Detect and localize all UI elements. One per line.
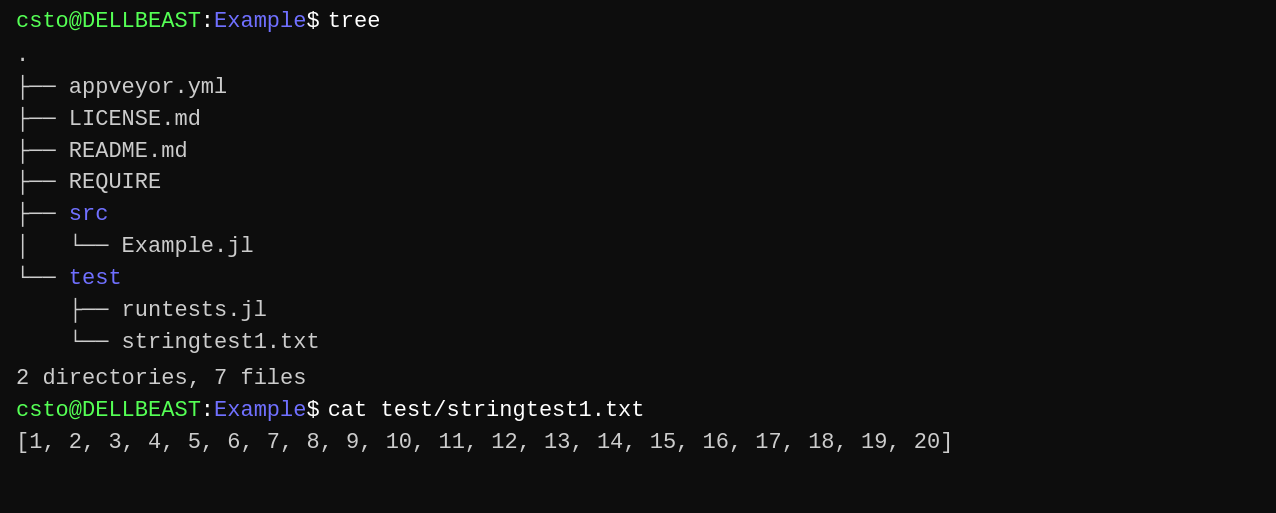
- cat-output: [1, 2, 3, 4, 5, 6, 7, 8, 9, 10, 11, 12, …: [16, 427, 1260, 459]
- tree-item-3: ├── REQUIRE: [16, 167, 1260, 199]
- tree-item-1: ├── LICENSE.md: [16, 104, 1260, 136]
- directory-2: Example: [214, 395, 306, 427]
- tree-item-5: │ └── Example.jl: [16, 231, 1260, 263]
- tree-item-8: └── stringtest1.txt: [16, 327, 1260, 359]
- prompt-symbol-1: $: [306, 6, 319, 38]
- tree-item-6: └── test: [16, 263, 1260, 295]
- tree-item-2: ├── README.md: [16, 136, 1260, 168]
- tree-root: .: [16, 40, 1260, 72]
- dir-test: test: [69, 266, 122, 291]
- terminal: csto@DELLBEAST : Example $ tree . ├── ap…: [16, 6, 1260, 458]
- colon-2: :: [201, 395, 214, 427]
- tree-item-4: ├── src: [16, 199, 1260, 231]
- tree-item-0: ├── appveyor.yml: [16, 72, 1260, 104]
- prompt-line-2: csto@DELLBEAST : Example $ cat test/stri…: [16, 395, 1260, 427]
- dir-src: src: [69, 202, 109, 227]
- colon-1: :: [201, 6, 214, 38]
- directory-1: Example: [214, 6, 306, 38]
- user-host-2: csto@DELLBEAST: [16, 395, 201, 427]
- tree-summary: 2 directories, 7 files: [16, 363, 1260, 395]
- command-1: tree: [328, 6, 381, 38]
- prompt-symbol-2: $: [306, 395, 319, 427]
- command-2: cat test/stringtest1.txt: [328, 395, 645, 427]
- user-host-1: csto@DELLBEAST: [16, 6, 201, 38]
- tree-item-7: ├── runtests.jl: [16, 295, 1260, 327]
- tree-output: . ├── appveyor.yml ├── LICENSE.md ├── RE…: [16, 40, 1260, 359]
- prompt-line-1: csto@DELLBEAST : Example $ tree: [16, 6, 1260, 38]
